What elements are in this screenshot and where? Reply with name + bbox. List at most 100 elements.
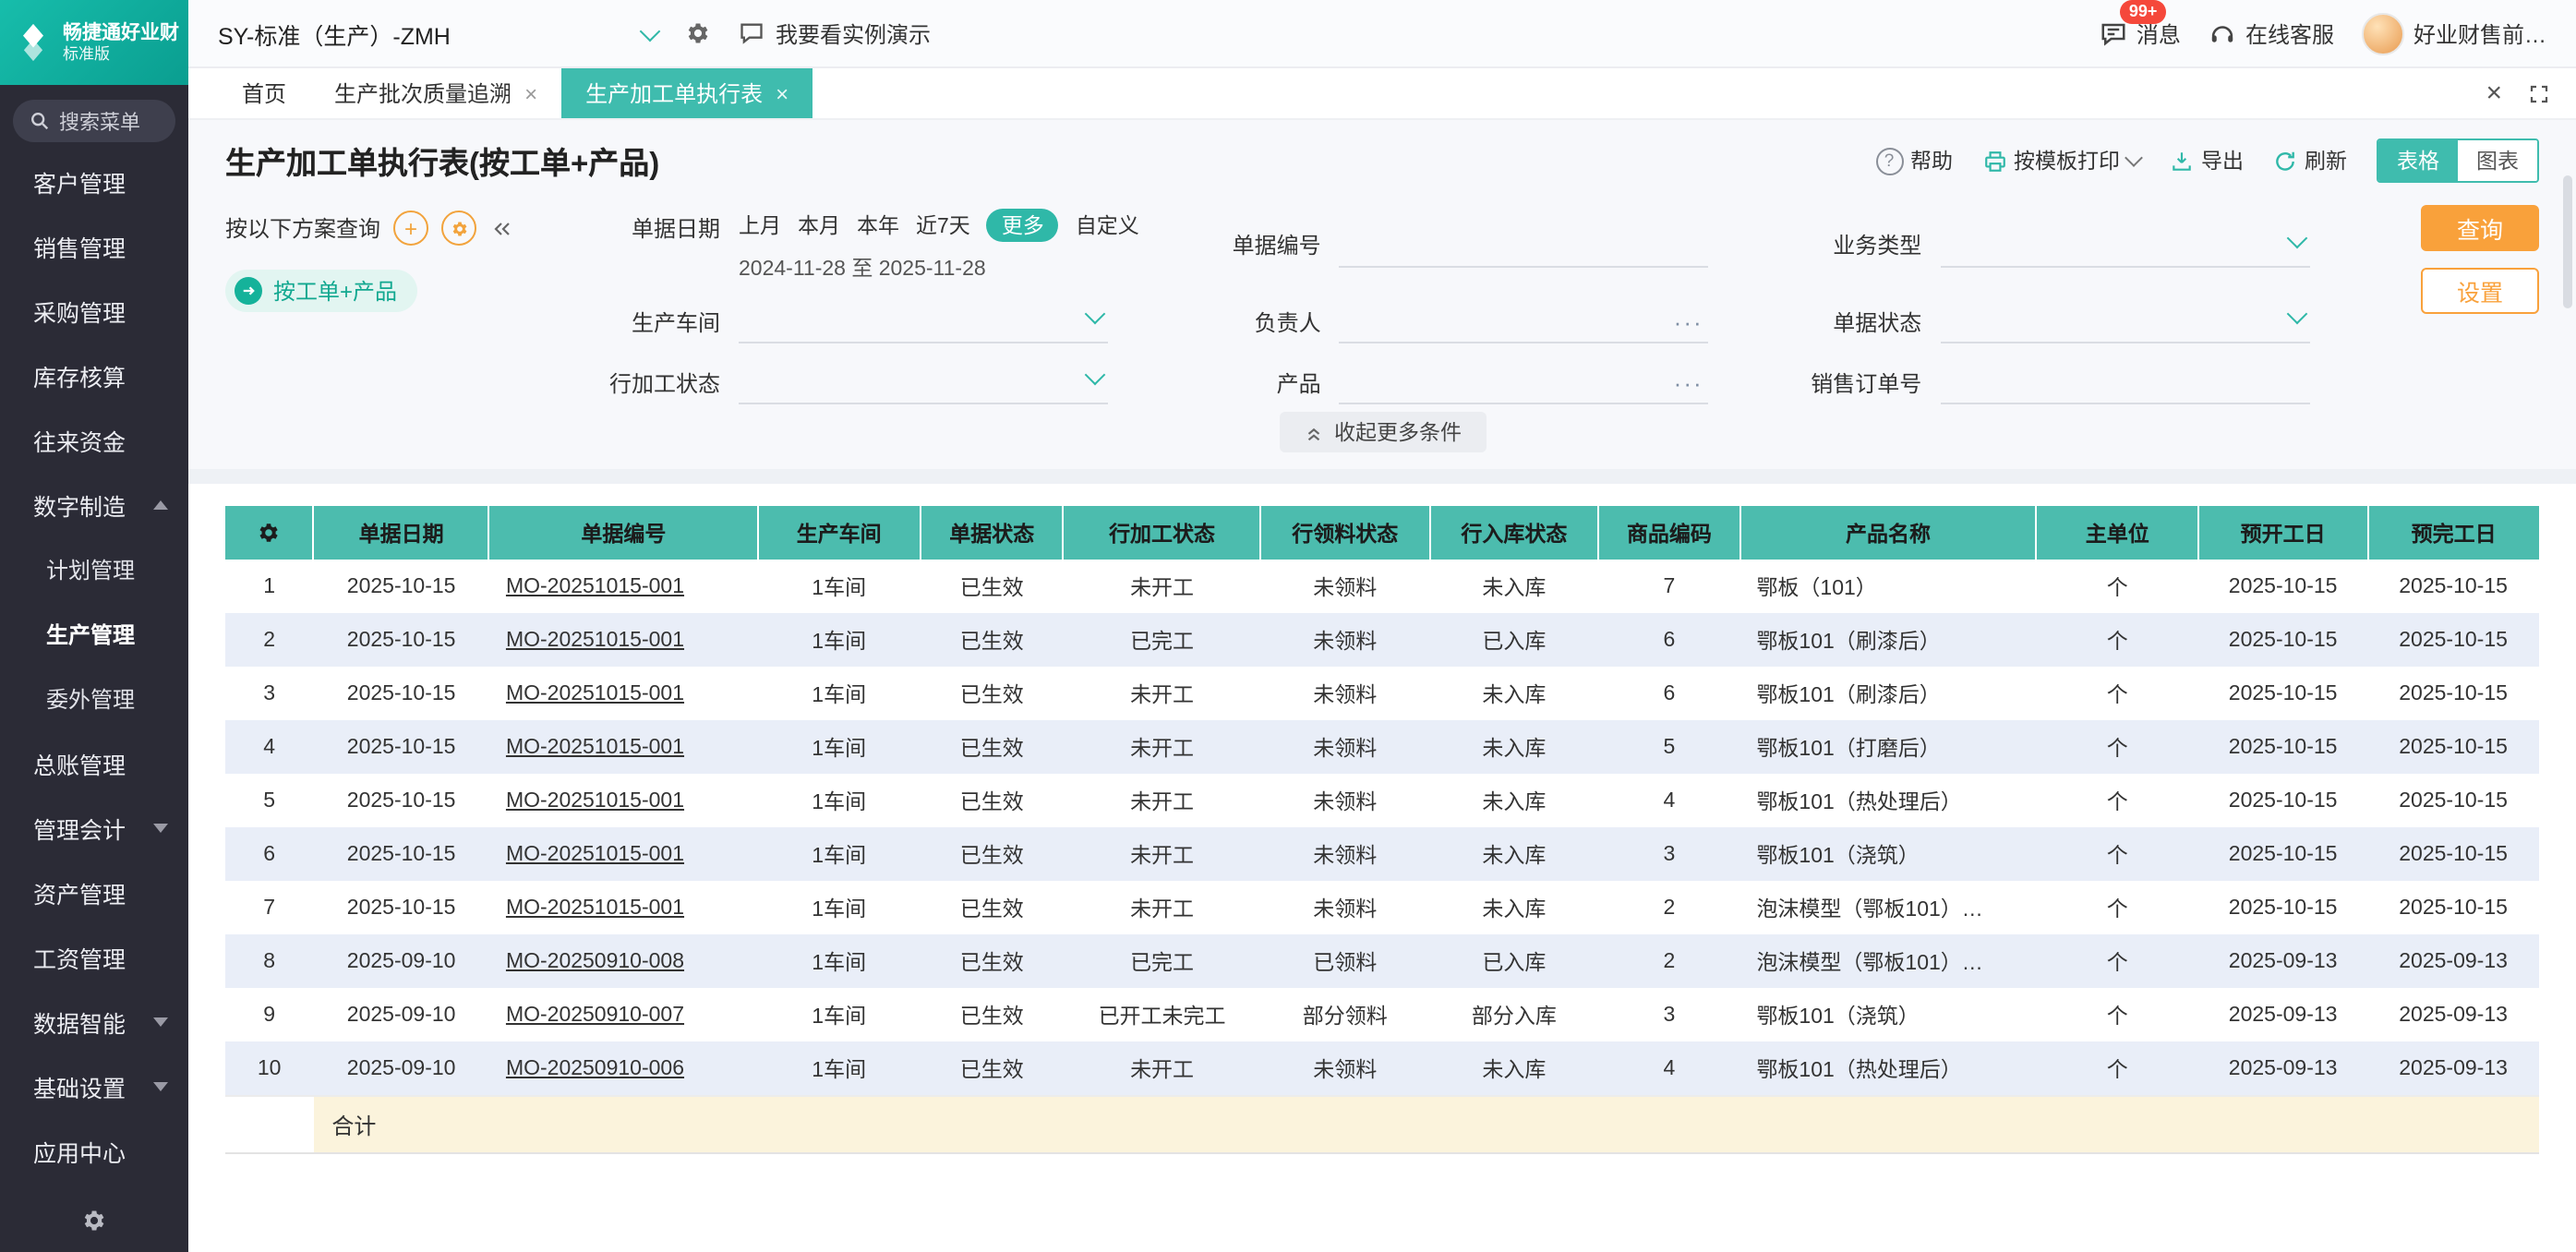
- execution-table: 单据日期 单据编号 生产车间 单据状态 行加工状态 行领料状态 行入库状态 商品编码 产品名称主…: [225, 506, 2539, 1154]
- quick-date-option[interactable]: 上月: [739, 211, 781, 240]
- quick-date-option[interactable]: 更多: [986, 209, 1059, 242]
- close-icon[interactable]: ×: [776, 80, 788, 106]
- doc-no-link[interactable]: MO-20251015-001: [489, 827, 758, 881]
- sidebar-item-sales[interactable]: 销售管理: [0, 214, 188, 279]
- product-lookup[interactable]: ···: [1339, 362, 1709, 404]
- column-header[interactable]: 商品编码: [1597, 506, 1740, 560]
- cell: 未入库: [1482, 898, 1547, 921]
- column-header[interactable]: 单据日期: [312, 506, 489, 560]
- sidebar-item-manufacturing[interactable]: 数字制造: [0, 473, 188, 537]
- sidebar-item-app-center[interactable]: 应用中心: [0, 1119, 188, 1184]
- sidebar-item-data-intel[interactable]: 数据智能: [0, 990, 188, 1054]
- scheme-settings-button[interactable]: [441, 211, 477, 246]
- close-icon[interactable]: ×: [2486, 79, 2502, 107]
- support-button[interactable]: 在线客服: [2209, 18, 2334, 49]
- workshop-select[interactable]: [739, 301, 1108, 343]
- column-header[interactable]: 预完工日: [2366, 506, 2539, 560]
- ellipsis-icon[interactable]: ···: [1674, 307, 1709, 335]
- topbar-settings-button[interactable]: [685, 20, 711, 46]
- owner-lookup[interactable]: ···: [1339, 301, 1709, 343]
- date-range-value[interactable]: 2024-11-28 至 2025-11-28: [739, 253, 986, 283]
- sidebar-item-inventory[interactable]: 库存核算: [0, 343, 188, 408]
- table-row[interactable]: 7 2025-10-15 MO-20251015-001 1车间 已生效 未开工 未领料 未入…: [225, 881, 2539, 934]
- column-header[interactable]: 单据编号: [488, 506, 758, 560]
- sidebar-item-ledger[interactable]: 总账管理: [0, 731, 188, 796]
- sidebar-item-plan[interactable]: 计划管理: [0, 537, 188, 602]
- column-header[interactable]: 产品名称: [1739, 506, 2037, 560]
- doc-no-link[interactable]: MO-20250910-006: [489, 1041, 758, 1096]
- doc-no-link[interactable]: MO-20250910-008: [489, 934, 758, 988]
- print-by-template-button[interactable]: 按模板打印: [1982, 146, 2143, 175]
- doc-no-link[interactable]: MO-20251015-001: [489, 881, 758, 934]
- table-row[interactable]: 9 2025-09-10 MO-20250910-007 1车间 已生效 已开工未完工 部分…: [225, 988, 2539, 1041]
- biz-type-select[interactable]: [1940, 224, 2310, 267]
- table-row[interactable]: 1 2025-10-15 MO-20251015-001 1车间 已生效 未开工 未领料 未入…: [225, 560, 2539, 613]
- doc-no-link[interactable]: MO-20251015-001: [489, 667, 758, 720]
- sidebar-item-funds[interactable]: 往来资金: [0, 408, 188, 473]
- table-row[interactable]: 4 2025-10-15 MO-20251015-001 1车间 已生效 未开工 未领料 未入…: [225, 720, 2539, 774]
- doc-no-link[interactable]: MO-20250910-007: [489, 988, 758, 1041]
- demo-link[interactable]: 我要看实例演示: [739, 18, 931, 49]
- user-menu[interactable]: 好业财售前…: [2361, 12, 2546, 54]
- cell: 2025-10-15: [2228, 736, 2338, 758]
- messages-button[interactable]: 99+ 消息: [2100, 0, 2181, 49]
- doc-no-link[interactable]: MO-20251015-001: [489, 720, 758, 774]
- sidebar-item-label: 应用中心: [33, 1141, 126, 1167]
- sales-order-input[interactable]: [1940, 362, 2310, 404]
- account-select[interactable]: SY-标准（生产）-ZMH: [218, 16, 661, 51]
- doc-status-select[interactable]: [1940, 301, 2310, 343]
- ellipsis-icon[interactable]: ···: [1674, 368, 1709, 396]
- column-header[interactable]: 行加工状态: [1062, 506, 1261, 560]
- quick-date-option[interactable]: 近7天: [916, 211, 970, 240]
- sidebar-item-outsourcing[interactable]: 委外管理: [0, 667, 188, 731]
- table-row[interactable]: 2 2025-10-15 MO-20251015-001 1车间 已生效 已完工 未领料 已入…: [225, 613, 2539, 667]
- help-button[interactable]: ? 帮助: [1875, 146, 1953, 175]
- tab-quality-trace[interactable]: 生产批次质量追溯 ×: [310, 68, 561, 118]
- column-header[interactable]: 行领料状态: [1259, 506, 1430, 560]
- table-row[interactable]: 6 2025-10-15 MO-20251015-001 1车间 已生效 未开工 未领料 未入…: [225, 827, 2539, 881]
- sidebar-item-customer[interactable]: 客户管理: [0, 150, 188, 214]
- table-column-settings[interactable]: [225, 506, 314, 560]
- table-row[interactable]: 5 2025-10-15 MO-20251015-001 1车间 已生效 未开工 未领料 未入…: [225, 774, 2539, 827]
- search-button[interactable]: 查询: [2421, 205, 2539, 251]
- doc-no-link[interactable]: MO-20251015-001: [489, 613, 758, 667]
- column-header[interactable]: 单据状态: [919, 506, 1064, 560]
- sidebar-item-assets[interactable]: 资产管理: [0, 861, 188, 925]
- sidebar-item-production[interactable]: 生产管理: [0, 602, 188, 667]
- tab-home[interactable]: 首页: [218, 68, 310, 118]
- add-scheme-button[interactable]: +: [393, 211, 429, 246]
- line-process-select[interactable]: [739, 362, 1108, 404]
- vertical-scrollbar[interactable]: [2563, 175, 2572, 308]
- sidebar-settings-button[interactable]: [0, 1189, 188, 1252]
- sidebar-item-mgmt-accounting[interactable]: 管理会计: [0, 796, 188, 861]
- sidebar-item-base-settings[interactable]: 基础设置: [0, 1054, 188, 1119]
- table-row[interactable]: 10 2025-09-10 MO-20250910-006 1车间 已生效 未开工 未领料 未…: [225, 1041, 2539, 1096]
- quick-date-option[interactable]: 自定义: [1076, 211, 1139, 240]
- menu-search-input[interactable]: 搜索菜单: [13, 100, 175, 142]
- table-row[interactable]: 8 2025-09-10 MO-20250910-008 1车间 已生效 已完工 已领料 已入…: [225, 934, 2539, 988]
- doc-no-link[interactable]: MO-20251015-001: [489, 774, 758, 827]
- table-row[interactable]: 3 2025-10-15 MO-20251015-001 1车间 已生效 未开工 未领料 未入…: [225, 667, 2539, 720]
- doc-no-link[interactable]: MO-20251015-001: [489, 560, 758, 613]
- column-header[interactable]: 生产车间: [756, 506, 921, 560]
- quick-date-option[interactable]: 本月: [798, 211, 840, 240]
- close-icon[interactable]: ×: [524, 80, 537, 106]
- refresh-button[interactable]: 刷新: [2273, 146, 2347, 175]
- collapse-panel-icon[interactable]: [491, 217, 513, 239]
- export-button[interactable]: 导出: [2170, 146, 2244, 175]
- tab-execution-report[interactable]: 生产加工单执行表 ×: [561, 68, 813, 118]
- doc-no-input[interactable]: [1339, 224, 1709, 267]
- sidebar-item-purchase[interactable]: 采购管理: [0, 279, 188, 343]
- view-chart-toggle[interactable]: 图表: [2458, 140, 2537, 181]
- column-header[interactable]: 主单位: [2035, 506, 2199, 560]
- fullscreen-icon[interactable]: [2528, 82, 2550, 104]
- column-header[interactable]: 行入库状态: [1428, 506, 1599, 560]
- quick-date-option[interactable]: 本年: [857, 211, 899, 240]
- scheme-tag[interactable]: 按工单+产品: [225, 270, 418, 312]
- collapse-more-button[interactable]: 收起更多条件: [1279, 412, 1486, 452]
- sidebar-item-payroll[interactable]: 工资管理: [0, 925, 188, 990]
- main-area: SY-标准（生产）-ZMH 我要看实例演示 99+ 消息 在线客服 好业财售前……: [188, 0, 2576, 1252]
- view-table-toggle[interactable]: 表格: [2378, 140, 2458, 181]
- column-header[interactable]: 预开工日: [2197, 506, 2368, 560]
- settings-button[interactable]: 设置: [2421, 268, 2539, 314]
